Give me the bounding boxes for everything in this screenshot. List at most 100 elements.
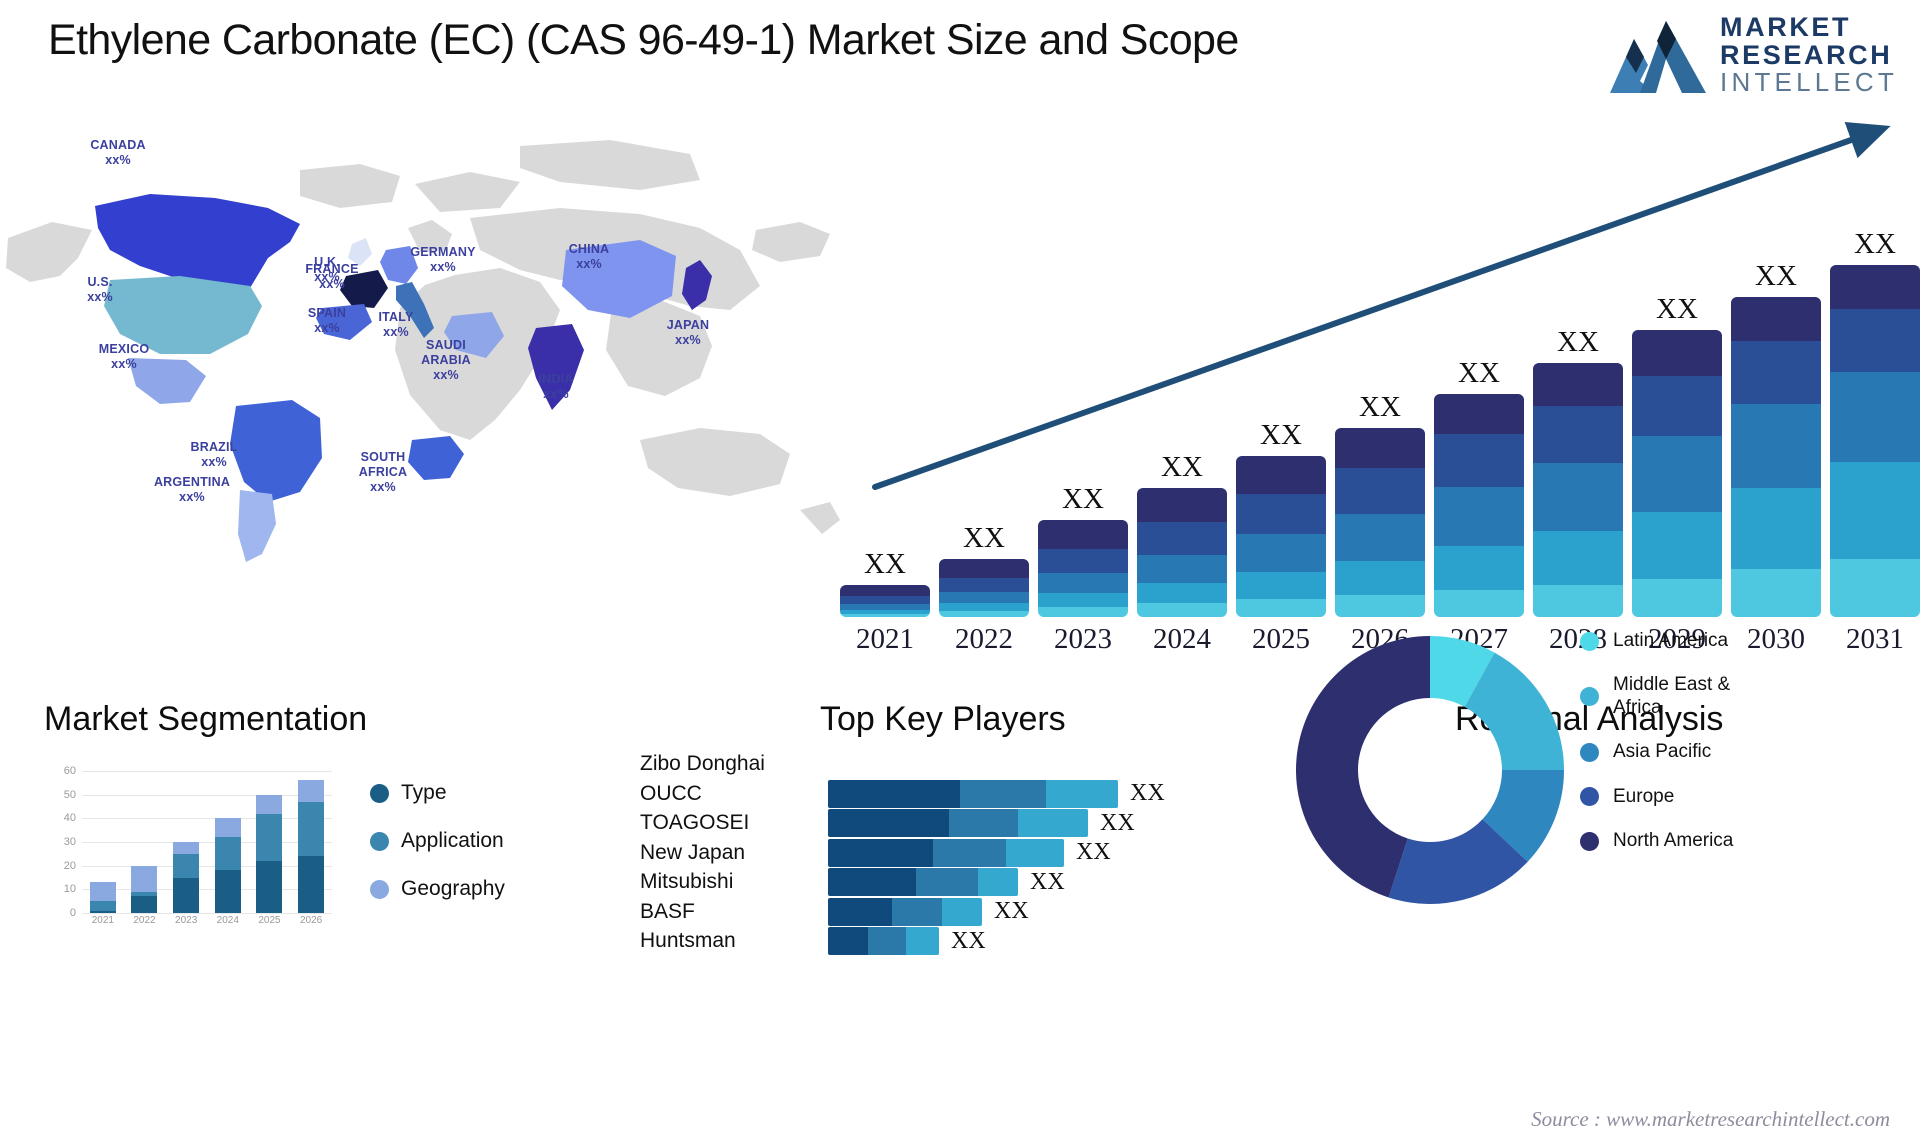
player-bar-segment-3 [1006,838,1064,867]
forecast-segment-3 [1236,533,1326,572]
legend-dot-icon [1580,831,1599,851]
forecast-segment-4 [1533,405,1623,464]
regional-donut-svg [1296,636,1564,904]
player-value: XX [1030,868,1065,895]
player-bar-segment-2 [949,809,1018,837]
regional-legend-label: Asia Pacific [1613,741,1712,763]
segmentation-bar-2022 [131,865,158,913]
forecast-segment-3 [1731,403,1821,489]
mountain-m-logo-icon [1610,20,1707,93]
forecast-segment-3 [1335,514,1425,561]
regional-legend-item-latin-america[interactable]: Latin America [1580,630,1733,652]
regional-legend-item-north-america[interactable]: North America [1580,830,1733,852]
segmentation-legend-item-application[interactable]: Application [370,829,505,853]
segmentation-segment-geography [173,842,200,854]
map-highlighted-countries [95,194,712,562]
forecast-bar-2025: XX [1236,419,1326,617]
forecast-year-2030: 2030 [1747,623,1805,655]
forecast-year-2024: 2024 [1153,623,1211,655]
top-key-players-chart: Zibo Donghai OUCC XX TOAGOSEI XX New Japan XX M… [640,750,1340,955]
forecast-segment-5 [1434,393,1524,434]
player-row: Mitsubishi XX [640,868,1340,896]
forecast-segment-1 [1236,598,1326,617]
player-name: Zibo Donghai [640,752,765,775]
map-label-spain: SPAIN xx% [307,306,347,335]
player-bar [828,868,1018,896]
forecast-bar-2021: XX [840,548,930,617]
forecast-bar-stack [1830,265,1920,617]
forecast-segment-4 [840,595,930,604]
country-south-africa [408,436,464,480]
segmentation-bar-2026 [298,780,325,913]
segmentation-segment-type [256,860,283,913]
forecast-segment-5 [840,584,930,596]
map-label-argentina: ARGENTINA xx% [153,475,231,504]
forecast-segment-2 [1533,530,1623,585]
forecast-segment-4 [1632,375,1722,436]
segmentation-segment-type [89,910,116,913]
player-value: XX [994,898,1029,924]
map-label-france: FRANCE xx% [305,262,359,291]
forecast-bar-2024: XX [1137,451,1227,617]
forecast-bar-value: XX [1557,325,1599,358]
forecast-bar-2026: XX [1335,391,1425,617]
forecast-segment-3 [1632,436,1722,513]
forecast-segment-5 [1830,265,1920,310]
segmentation-y-tick: 50 [63,788,76,801]
forecast-segment-2 [1830,462,1920,559]
map-label-brazil: BRAZIL xx% [190,440,238,469]
player-value: XX [1076,839,1111,865]
world-map: CANADA xx% U.S. xx% MEXICO xx% BRAZIL xx% ARGENT… [0,110,840,565]
segmentation-legend-item-type[interactable]: Type [370,781,505,805]
map-label-saudi-arabia: SAUDI ARABIA xx% [421,338,471,382]
forecast-segment-3 [1038,572,1128,593]
forecast-bar-2027: XX [1434,357,1524,617]
infographic-page: Ethylene Carbonate (EC) (CAS 96-49-1) Ma… [0,0,1920,1146]
segmentation-segment-application [298,801,325,857]
player-name: TOAGOSEI [640,811,750,834]
regional-legend-item-europe[interactable]: Europe [1580,786,1733,808]
regional-legend-label: Europe [1613,785,1675,807]
segmentation-gridline [82,913,332,914]
forecast-segment-2 [1038,592,1128,607]
player-value: XX [951,927,986,954]
legend-dot-icon [370,879,389,899]
segmentation-x-label-2022: 2022 [133,915,156,926]
regional-analysis-chart: Latin America Middle East & Africa Asia Pac… [1290,630,1920,945]
country-argentina [238,490,276,562]
map-label-india: INDIA xx% [538,372,574,401]
segmentation-segment-type [173,877,200,913]
player-bar-segment-3 [906,927,939,955]
forecast-segment-4 [1830,309,1920,372]
regional-legend: Latin America Middle East & Africa Asia Pac… [1580,630,1733,852]
forecast-segment-4 [1038,548,1128,573]
forecast-segment-4 [1137,522,1227,555]
player-bar-segment-2 [933,838,1006,867]
segmentation-legend-item-geography[interactable]: Geography [370,877,505,901]
forecast-bar-2023: XX [1038,483,1128,617]
segmentation-legend-label: Geography [401,877,505,900]
player-value: XX [1100,809,1135,836]
player-row: BASF XX [640,897,1340,926]
segmentation-y-tick: 40 [63,812,76,825]
forecast-bar-value: XX [1854,228,1896,260]
regional-legend-item-middle-east-africa[interactable]: Middle East & Africa [1580,674,1733,719]
player-bar-segment-1 [828,838,933,867]
forecast-segment-2 [1335,560,1425,595]
map-label-canada: CANADA xx% [90,138,146,167]
regional-legend-label: North America [1613,830,1734,852]
player-name: Mitsubishi [640,870,734,893]
player-bar-segment-1 [828,868,916,896]
player-bar-segment-1 [828,809,949,837]
forecast-segment-3 [1533,463,1623,531]
forecast-segment-5 [1038,520,1128,549]
forecast-bar-2029: XX [1632,293,1722,617]
player-bar [828,897,982,926]
player-name: New Japan [640,840,746,864]
forecast-segment-4 [1236,494,1326,534]
regional-legend-item-asia-pacific[interactable]: Asia Pacific [1580,741,1733,763]
segmentation-y-tick: 60 [63,765,76,777]
regional-legend-label: Latin America [1613,630,1729,651]
forecast-bar-value: XX [1458,356,1500,389]
player-bar-segment-2 [960,779,1046,808]
